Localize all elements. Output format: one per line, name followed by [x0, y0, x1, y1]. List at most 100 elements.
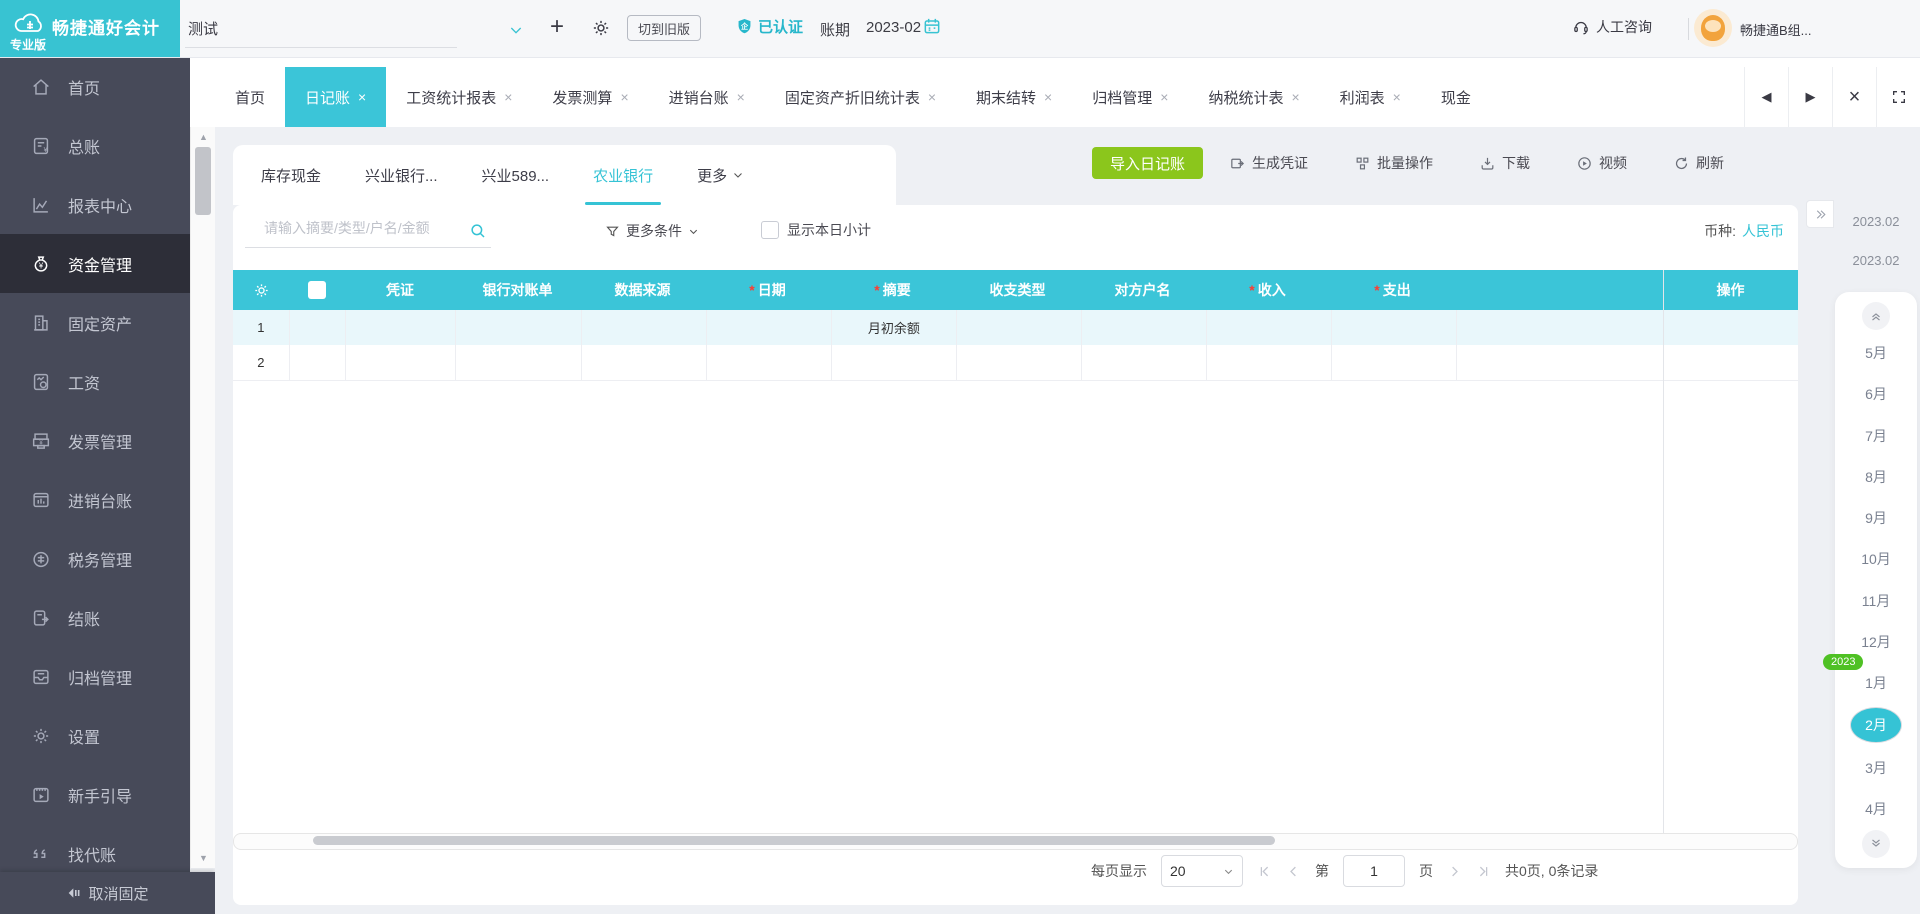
month-option[interactable]: 5月 [1859, 336, 1893, 370]
month-option[interactable]: 4月 [1859, 792, 1893, 826]
prev-page-icon[interactable] [1286, 864, 1301, 879]
certified-badge[interactable]: 企 已认证 [735, 16, 803, 37]
month-option[interactable]: 3月 [1859, 751, 1893, 785]
period-value[interactable]: 2023-02 [866, 19, 921, 36]
sidebar-item-home[interactable]: 首页 [0, 57, 190, 116]
scrollbar-thumb[interactable] [313, 836, 1275, 845]
tab-tax-report[interactable]: 纳税统计表 × [1188, 67, 1319, 127]
daily-subtotal-checkbox[interactable] [761, 221, 779, 239]
sidebar-item-archive-management[interactable]: 归档管理 [0, 647, 190, 706]
live-support-link[interactable]: 人工咨询 [1572, 17, 1652, 37]
close-icon[interactable]: × [737, 89, 745, 105]
sidebar-item-purchase-sales-ledger[interactable]: 进销台账 [0, 470, 190, 529]
months-scroll-up-button[interactable] [1862, 302, 1890, 330]
subtab-more-dropdown[interactable]: 更多 [697, 145, 744, 205]
cell-operations[interactable] [1664, 345, 1798, 380]
tab-journal[interactable]: 日记账 × [285, 67, 387, 127]
sidebar-item-beginner-guide[interactable]: 新手引导 [0, 765, 190, 824]
scroll-down-icon[interactable]: ▼ [191, 848, 216, 868]
cell-operations[interactable] [1664, 310, 1798, 345]
cell-summary[interactable]: 月初余额 [832, 310, 957, 345]
refresh-button[interactable]: 刷新 [1673, 153, 1724, 173]
close-icon[interactable]: × [504, 89, 512, 105]
download-button[interactable]: 下载 [1479, 153, 1530, 173]
scroll-up-icon[interactable]: ▲ [191, 127, 216, 147]
sidebar-item-funds-management[interactable]: ¥ 资金管理 [0, 234, 190, 293]
tab-profit-statement[interactable]: 利润表 × [1320, 67, 1421, 127]
month-option[interactable]: 10月 [1859, 542, 1893, 576]
fullscreen-icon[interactable] [1876, 67, 1920, 127]
switch-to-old-version-button[interactable]: 切到旧版 [627, 15, 701, 41]
subtab-abc-bank[interactable]: 农业银行 [585, 145, 662, 205]
sidebar-item-report-center[interactable]: 报表中心 [0, 175, 190, 234]
sidebar-item-general-ledger[interactable]: ¥ 总账 [0, 116, 190, 175]
tab-salary-report[interactable]: 工资统计报表 × [386, 67, 532, 127]
close-icon[interactable]: × [620, 89, 628, 105]
next-page-icon[interactable] [1447, 864, 1462, 879]
horizontal-scrollbar[interactable] [233, 833, 1798, 850]
scroll-tabs-left-icon[interactable]: ◀ [1744, 67, 1788, 127]
per-page-select[interactable]: 20 [1161, 855, 1243, 887]
month-option[interactable]: 12月 [1859, 625, 1893, 659]
settings-gear-icon[interactable] [590, 17, 612, 39]
sidebar-item-salary[interactable]: 工资 [0, 352, 190, 411]
close-icon[interactable]: × [1393, 89, 1401, 105]
cell-voucher[interactable] [346, 310, 457, 345]
tab-archive[interactable]: 归档管理 × [1072, 67, 1188, 127]
select-all-checkbox[interactable] [308, 281, 326, 299]
tab-period-end[interactable]: 期末结转 × [956, 67, 1072, 127]
close-icon[interactable]: × [1160, 89, 1168, 105]
collapse-panel-button[interactable] [1806, 200, 1834, 228]
months-scroll-down-button[interactable] [1862, 830, 1890, 858]
close-all-tabs-icon[interactable]: × [1832, 67, 1876, 127]
calendar-icon[interactable] [922, 16, 942, 36]
subtab-cash[interactable]: 库存现金 [261, 145, 321, 205]
close-icon[interactable]: × [1291, 89, 1299, 105]
cell-summary[interactable] [832, 345, 957, 380]
search-input[interactable] [262, 219, 456, 237]
cell-voucher[interactable] [346, 345, 457, 380]
subtab-cib-bank[interactable]: 兴业银行... [365, 145, 438, 205]
sidebar-item-settings[interactable]: 设置 [0, 706, 190, 765]
sidebar-item-tax-management[interactable]: 税务管理 [0, 529, 190, 588]
tab-depreciation-report[interactable]: 固定资产折旧统计表 × [765, 67, 956, 127]
sidebar-unpin-button[interactable]: 取消固定 [0, 872, 215, 914]
search-icon[interactable] [469, 222, 487, 240]
month-option[interactable]: 9月 [1859, 501, 1893, 535]
username[interactable]: 畅捷通B组... [1740, 20, 1812, 39]
generate-voucher-button[interactable]: 生成凭证 [1229, 153, 1308, 173]
table-row[interactable]: 1 月初余额 [233, 310, 1798, 346]
sidebar-scrollbar[interactable]: ▲ ▼ [190, 127, 216, 868]
user-avatar[interactable] [1694, 9, 1732, 47]
subtab-cib-589[interactable]: 兴业589... [482, 145, 550, 205]
month-option[interactable]: 6月 [1859, 377, 1893, 411]
close-icon[interactable]: × [358, 89, 366, 105]
sidebar-item-fixed-assets[interactable]: 固定资产 [0, 293, 190, 352]
currency-value[interactable]: 人民币 [1742, 223, 1784, 239]
scroll-tabs-right-icon[interactable]: ▶ [1788, 67, 1832, 127]
month-option[interactable]: 8月 [1859, 460, 1893, 494]
month-option-selected[interactable]: 2月 [1850, 707, 1902, 744]
more-filters-button[interactable]: 更多条件 [605, 221, 699, 241]
month-option[interactable]: 7月 [1859, 419, 1893, 453]
month-option[interactable]: 11月 [1859, 584, 1893, 618]
page-number-input[interactable] [1343, 855, 1405, 887]
column-settings-cell[interactable] [233, 270, 289, 310]
batch-operations-button[interactable]: 批量操作 [1354, 153, 1433, 173]
close-icon[interactable]: × [1044, 89, 1052, 105]
sidebar-item-invoice-management[interactable]: ¥ 发票管理 [0, 411, 190, 470]
last-page-icon[interactable] [1476, 864, 1491, 879]
tab-purchase-sales[interactable]: 进销台账 × [649, 67, 765, 127]
tab-cash[interactable]: 现金 [1421, 67, 1491, 127]
table-row[interactable]: 2 [233, 345, 1798, 381]
tab-home[interactable]: 首页 [215, 67, 285, 127]
month-option[interactable]: 1月 [1859, 666, 1893, 700]
account-set-chevron-down-icon[interactable] [508, 22, 524, 38]
sidebar-item-closing[interactable]: 结账 [0, 588, 190, 647]
close-icon[interactable]: × [928, 89, 936, 105]
first-page-icon[interactable] [1257, 864, 1272, 879]
video-help-button[interactable]: 视频 [1576, 153, 1627, 173]
scrollbar-thumb[interactable] [195, 147, 211, 215]
sidebar-item-agency-service[interactable]: 找代账 [0, 824, 190, 872]
import-journal-button[interactable]: 导入日记账 [1092, 147, 1204, 179]
